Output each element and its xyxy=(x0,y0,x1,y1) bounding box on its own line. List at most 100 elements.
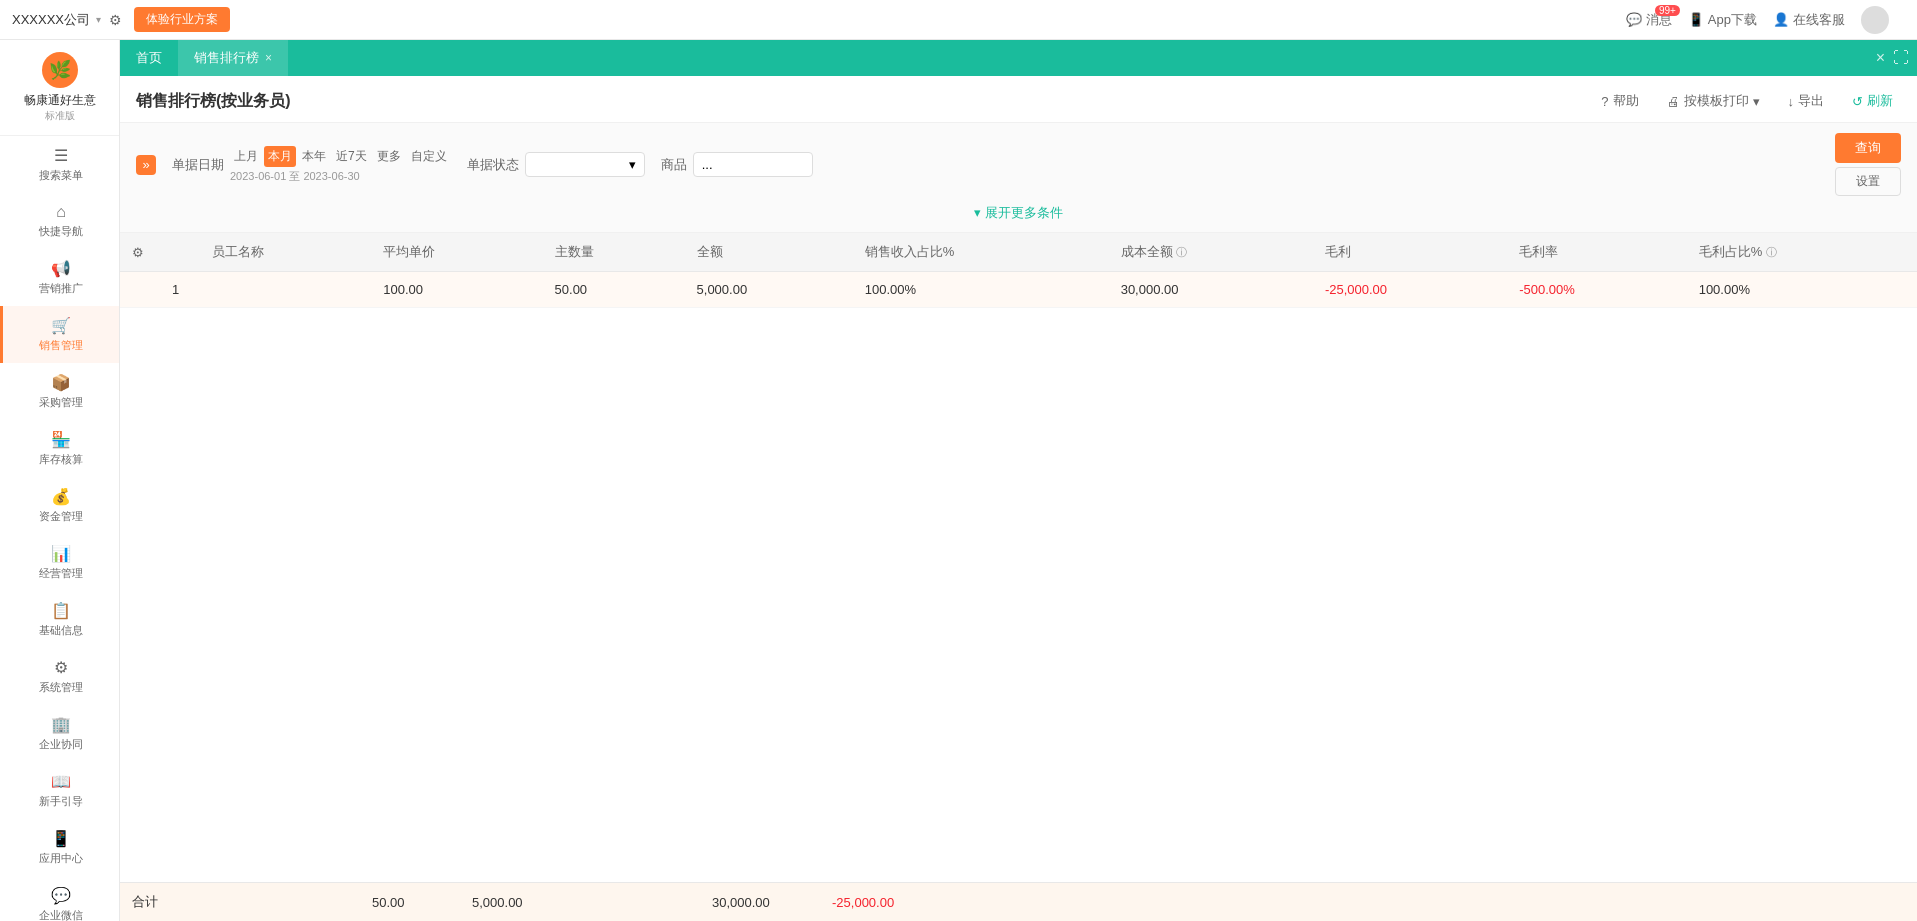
sidebar-item-apps[interactable]: 📱 应用中心 xyxy=(0,819,119,876)
table-settings-icon[interactable]: ⚙ xyxy=(132,245,144,260)
sidebar-item-enterprise[interactable]: 🏢 企业协同 xyxy=(0,705,119,762)
date-prev-month-button[interactable]: 上月 xyxy=(230,146,262,167)
sidebar-item-search[interactable]: ☰ 搜索菜单 xyxy=(0,136,119,193)
sidebar-item-shortcut[interactable]: ⌂ 快捷导航 xyxy=(0,193,119,249)
filter-area: » 单据日期 上月 本月 本年 近7天 更多 自定义 xyxy=(120,123,1917,233)
sidebar-item-label: 销售管理 xyxy=(39,338,83,353)
row-settings-cell xyxy=(120,272,160,308)
row-quantity-cell: 50.00 xyxy=(543,272,685,308)
sidebar-item-basic[interactable]: 📋 基础信息 xyxy=(0,591,119,648)
trial-button[interactable]: 体验行业方案 xyxy=(134,7,230,32)
expand-chevron-icon: ▾ xyxy=(974,205,981,220)
status-select[interactable]: ▾ xyxy=(525,152,645,177)
logo-area: 🌿 畅康通好生意 标准版 xyxy=(0,40,119,136)
col-avg-price: 平均单价 xyxy=(371,233,542,272)
cost-info-icon[interactable]: ⓘ xyxy=(1176,246,1187,258)
tab-close-icon[interactable]: × xyxy=(265,51,272,65)
col-cost: 成本全额 ⓘ xyxy=(1109,233,1313,272)
sidebar-item-label: 基础信息 xyxy=(39,623,83,638)
sidebar-item-label: 搜索菜单 xyxy=(39,168,83,183)
query-button[interactable]: 查询 xyxy=(1835,133,1901,163)
row-cost-cell: 30,000.00 xyxy=(1109,272,1313,308)
online-service-button[interactable]: 👤 在线客服 xyxy=(1773,11,1845,29)
template-print-label: 按模板打印 xyxy=(1684,92,1749,110)
avatar[interactable] xyxy=(1861,6,1889,34)
goods-filter-label: 商品 xyxy=(661,156,687,174)
date-range-text: 2023-06-01 至 2023-06-30 xyxy=(230,169,451,184)
gross-pct-info-icon[interactable]: ⓘ xyxy=(1766,246,1777,258)
sidebar-item-wechat[interactable]: 💬 企业微信 xyxy=(0,876,119,921)
tab-sales-rank[interactable]: 销售排行榜 × xyxy=(178,40,288,76)
help-label: 帮助 xyxy=(1613,92,1639,110)
content-area: 首页 销售排行榜 × × ⛶ 销售排行榜(按业务员) ? 帮助 xyxy=(120,40,1917,921)
basic-icon: 📋 xyxy=(51,601,71,620)
template-print-button[interactable]: 🖨 按模板打印 ▾ xyxy=(1659,88,1768,114)
message-badge: 99+ xyxy=(1655,5,1680,16)
tab-sales-rank-label: 销售排行榜 xyxy=(194,49,259,67)
help-button[interactable]: ? 帮助 xyxy=(1593,88,1646,114)
service-icon: 👤 xyxy=(1773,12,1789,27)
sidebar-item-guide[interactable]: 📖 新手引导 xyxy=(0,762,119,819)
sidebar-item-label: 快捷导航 xyxy=(39,224,83,239)
date-7days-button[interactable]: 近7天 xyxy=(332,146,371,167)
system-icon: ⚙ xyxy=(54,658,68,677)
expand-more-filters-button[interactable]: ▾ 展开更多条件 xyxy=(136,204,1901,222)
row-rank-cell: 1 xyxy=(160,272,200,308)
search-menu-icon: ☰ xyxy=(54,146,68,165)
goods-input[interactable]: ... xyxy=(693,152,813,177)
sidebar-item-operation[interactable]: 📊 经营管理 xyxy=(0,534,119,591)
sidebar-item-finance[interactable]: 💰 资金管理 xyxy=(0,477,119,534)
export-button[interactable]: ↓ 导出 xyxy=(1780,88,1833,114)
service-label: 在线客服 xyxy=(1793,11,1845,29)
sidebar-item-label: 采购管理 xyxy=(39,395,83,410)
col-settings[interactable]: ⚙ xyxy=(120,233,160,272)
wechat-icon: 💬 xyxy=(51,886,71,905)
goods-filter-group: 商品 ... xyxy=(661,152,813,177)
tab-close-window-icon[interactable]: × xyxy=(1876,49,1885,67)
footer-amount: 5,000.00 xyxy=(472,895,592,910)
sales-pct-value: 100.00% xyxy=(865,282,916,297)
date-more-button[interactable]: 更多 xyxy=(373,146,405,167)
page-content: 销售排行榜(按业务员) ? 帮助 🖨 按模板打印 ▾ ↓ 导出 xyxy=(120,76,1917,921)
sidebar-item-system[interactable]: ⚙ 系统管理 xyxy=(0,648,119,705)
app-download-button[interactable]: 📱 App下载 xyxy=(1688,11,1757,29)
date-current-month-button[interactable]: 本月 xyxy=(264,146,296,167)
apps-icon: 📱 xyxy=(51,829,71,848)
refresh-button[interactable]: ↺ 刷新 xyxy=(1844,88,1901,114)
sidebar: 🌿 畅康通好生意 标准版 ☰ 搜索菜单 ⌂ 快捷导航 📢 营销推广 🛒 销售管理… xyxy=(0,40,120,921)
sidebar-item-purchase[interactable]: 📦 采购管理 xyxy=(0,363,119,420)
message-button[interactable]: 💬 消息 99+ xyxy=(1626,11,1672,29)
sidebar-item-marketing[interactable]: 📢 营销推广 xyxy=(0,249,119,306)
sidebar-item-inventory[interactable]: 🏪 库存核算 xyxy=(0,420,119,477)
filter-toggle-button[interactable]: » xyxy=(136,155,156,175)
tab-right-actions: × ⛶ xyxy=(1876,49,1917,67)
date-custom-button[interactable]: 自定义 xyxy=(407,146,451,167)
sidebar-item-label: 新手引导 xyxy=(39,794,83,809)
footer-label: 合计 xyxy=(132,893,372,911)
tab-home[interactable]: 首页 xyxy=(120,40,178,76)
logo-sub: 标准版 xyxy=(45,109,75,123)
col-sales-pct: 销售收入占比% xyxy=(853,233,1109,272)
logo-icon: 🌿 xyxy=(42,52,78,88)
sidebar-item-label: 营销推广 xyxy=(39,281,83,296)
table-header-row: ⚙ 员工名称 平均单价 主数量 全额 销售收入占比% 成本全额 ⓘ xyxy=(120,233,1917,272)
footer-quantity: 50.00 xyxy=(372,895,472,910)
logo-text: 畅康通好生意 xyxy=(24,92,96,109)
export-label: 导出 xyxy=(1798,92,1824,110)
tab-maximize-icon[interactable]: ⛶ xyxy=(1893,49,1909,67)
sidebar-item-sales[interactable]: 🛒 销售管理 xyxy=(0,306,119,363)
print-chevron-icon: ▾ xyxy=(1753,94,1760,109)
company-selector[interactable]: XXXXXX公司 ▾ xyxy=(12,11,101,29)
tab-bar: 首页 销售排行榜 × × ⛶ xyxy=(120,40,1917,76)
help-icon: ? xyxy=(1601,94,1608,109)
status-filter-label: 单据状态 xyxy=(467,156,519,174)
settings-icon[interactable]: ⚙ xyxy=(109,12,122,28)
date-current-year-button[interactable]: 本年 xyxy=(298,146,330,167)
col-amount: 全额 xyxy=(685,233,853,272)
table-settings-button[interactable]: 设置 xyxy=(1835,167,1901,196)
table-footer: 合计 50.00 5,000.00 30,000.00 -25,000.00 xyxy=(120,882,1917,921)
row-gross-cell: -25,000.00 xyxy=(1313,272,1507,308)
app-label: App下载 xyxy=(1708,11,1757,29)
col-gross: 毛利 xyxy=(1313,233,1507,272)
tab-home-label: 首页 xyxy=(136,49,162,67)
